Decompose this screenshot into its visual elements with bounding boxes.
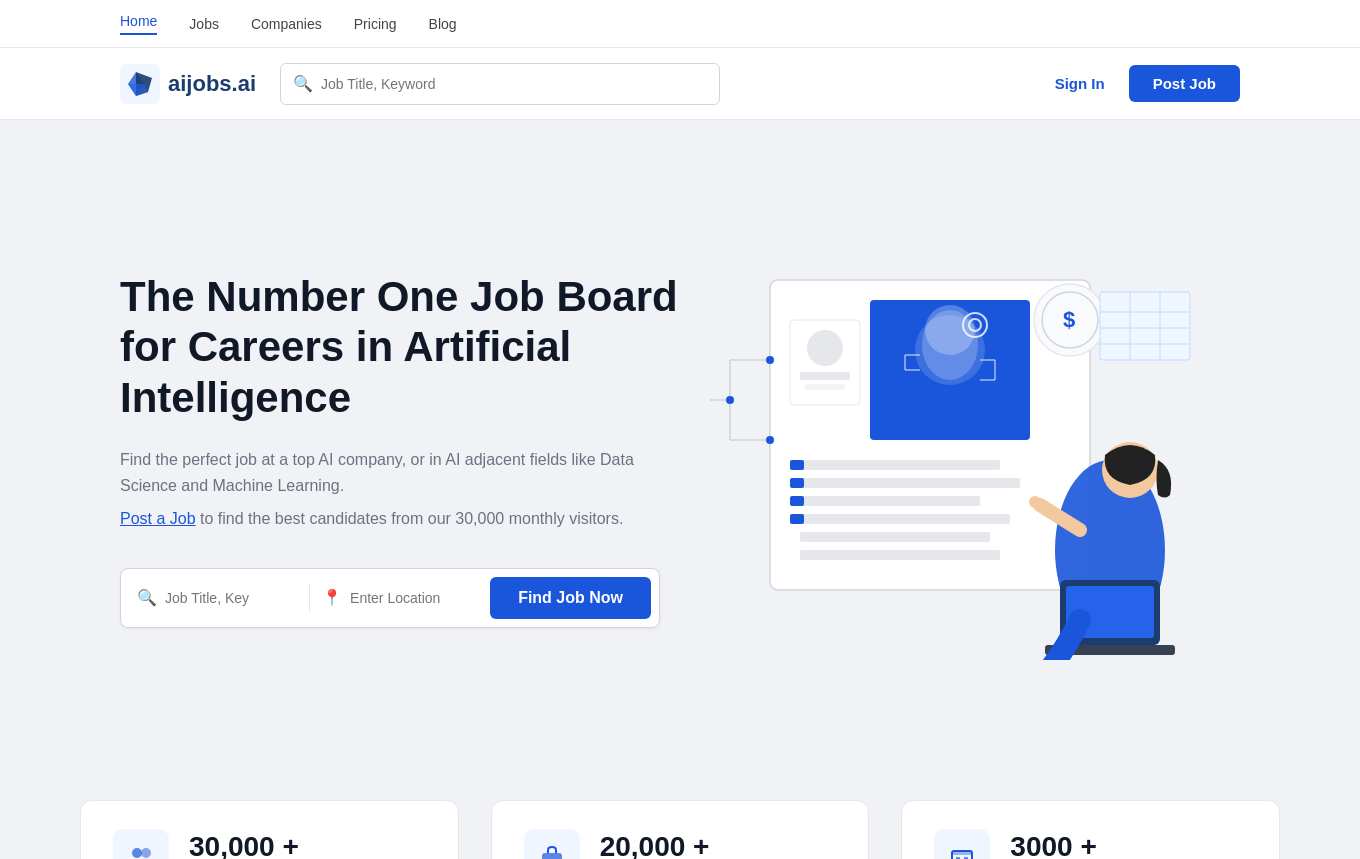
stat-info-visitors: 30,000 + Monthly Visitors [189, 833, 299, 859]
nav-pricing[interactable]: Pricing [354, 16, 397, 32]
search-divider [309, 584, 310, 612]
users-icon [127, 843, 155, 859]
keyword-field: 🔍 [137, 588, 297, 607]
svg-rect-41 [790, 478, 804, 488]
header-search-bar[interactable]: 🔍 [280, 63, 720, 105]
logo-icon [120, 64, 160, 104]
top-nav: Home Jobs Companies Pricing Blog [0, 0, 1360, 48]
find-job-button[interactable]: Find Job Now [490, 577, 651, 619]
hero-svg: $ [710, 240, 1210, 660]
svg-rect-38 [800, 532, 990, 542]
briefcase-icon [538, 843, 566, 859]
svg-rect-39 [800, 550, 1000, 560]
stat-card-companies: 3000 + Companies [901, 800, 1280, 859]
post-job-button[interactable]: Post Job [1129, 65, 1240, 102]
companies-number: 3000 + [1010, 833, 1096, 859]
svg-point-12 [922, 310, 978, 380]
svg-rect-23 [800, 372, 850, 380]
hero-search-bar: 🔍 📍 Find Job Now [120, 568, 660, 628]
nav-jobs[interactable]: Jobs [189, 16, 219, 32]
stat-info-jobs: 20,000 + Jobs [600, 833, 710, 859]
svg-point-8 [726, 396, 734, 404]
svg-point-47 [1029, 496, 1041, 508]
nav-blog[interactable]: Blog [429, 16, 457, 32]
svg-point-57 [141, 848, 151, 858]
svg-rect-37 [800, 514, 1010, 524]
hero-title: The Number One Job Board for Careers in … [120, 272, 680, 423]
header-search-icon: 🔍 [293, 74, 313, 93]
site-logo[interactable]: aijobs.ai [120, 64, 256, 104]
hero-cta-desc: Post a Job to find the best candidates f… [120, 506, 680, 532]
svg-rect-58 [542, 853, 562, 859]
svg-rect-24 [805, 384, 845, 390]
svg-point-6 [766, 356, 774, 364]
svg-point-22 [807, 330, 843, 366]
svg-text:$: $ [1063, 307, 1075, 332]
stat-card-jobs: 20,000 + Jobs [491, 800, 870, 859]
nav-home[interactable]: Home [120, 13, 157, 35]
hero-description: Find the perfect job at a top AI company… [120, 447, 680, 498]
post-a-job-link[interactable]: Post a Job [120, 510, 196, 527]
logo-text: aijobs.ai [168, 71, 256, 97]
header-actions: Sign In Post Job [1055, 65, 1240, 102]
header-search-input[interactable] [321, 76, 707, 92]
svg-rect-43 [790, 514, 804, 524]
location-input[interactable] [350, 590, 482, 606]
hero-section: The Number One Job Board for Careers in … [0, 120, 1360, 800]
location-field: 📍 [322, 588, 482, 607]
building-icon [948, 843, 976, 859]
keyword-input[interactable] [165, 590, 297, 606]
location-icon: 📍 [322, 588, 342, 607]
keyword-search-icon: 🔍 [137, 588, 157, 607]
stat-info-companies: 3000 + Companies [1010, 833, 1096, 859]
stats-section: 30,000 + Monthly Visitors 20,000 + Jobs [0, 800, 1360, 859]
svg-rect-36 [800, 496, 980, 506]
svg-rect-35 [800, 478, 1020, 488]
sign-in-button[interactable]: Sign In [1055, 75, 1105, 92]
svg-rect-40 [790, 460, 804, 470]
hero-illustration: $ [680, 240, 1240, 660]
svg-rect-34 [800, 460, 1000, 470]
stat-card-visitors: 30,000 + Monthly Visitors [80, 800, 459, 859]
svg-point-56 [132, 848, 142, 858]
site-header: aijobs.ai 🔍 Sign In Post Job [0, 48, 1360, 120]
nav-companies[interactable]: Companies [251, 16, 322, 32]
visitors-number: 30,000 + [189, 833, 299, 859]
svg-rect-28 [1100, 292, 1190, 360]
jobs-icon-box [524, 829, 580, 859]
hero-desc2-rest: to find the best candidates from our 30,… [196, 510, 624, 527]
svg-rect-42 [790, 496, 804, 506]
svg-rect-61 [952, 851, 972, 855]
companies-icon-box [934, 829, 990, 859]
svg-point-7 [766, 436, 774, 444]
hero-content: The Number One Job Board for Careers in … [120, 272, 680, 628]
jobs-number: 20,000 + [600, 833, 710, 859]
visitors-icon-box [113, 829, 169, 859]
